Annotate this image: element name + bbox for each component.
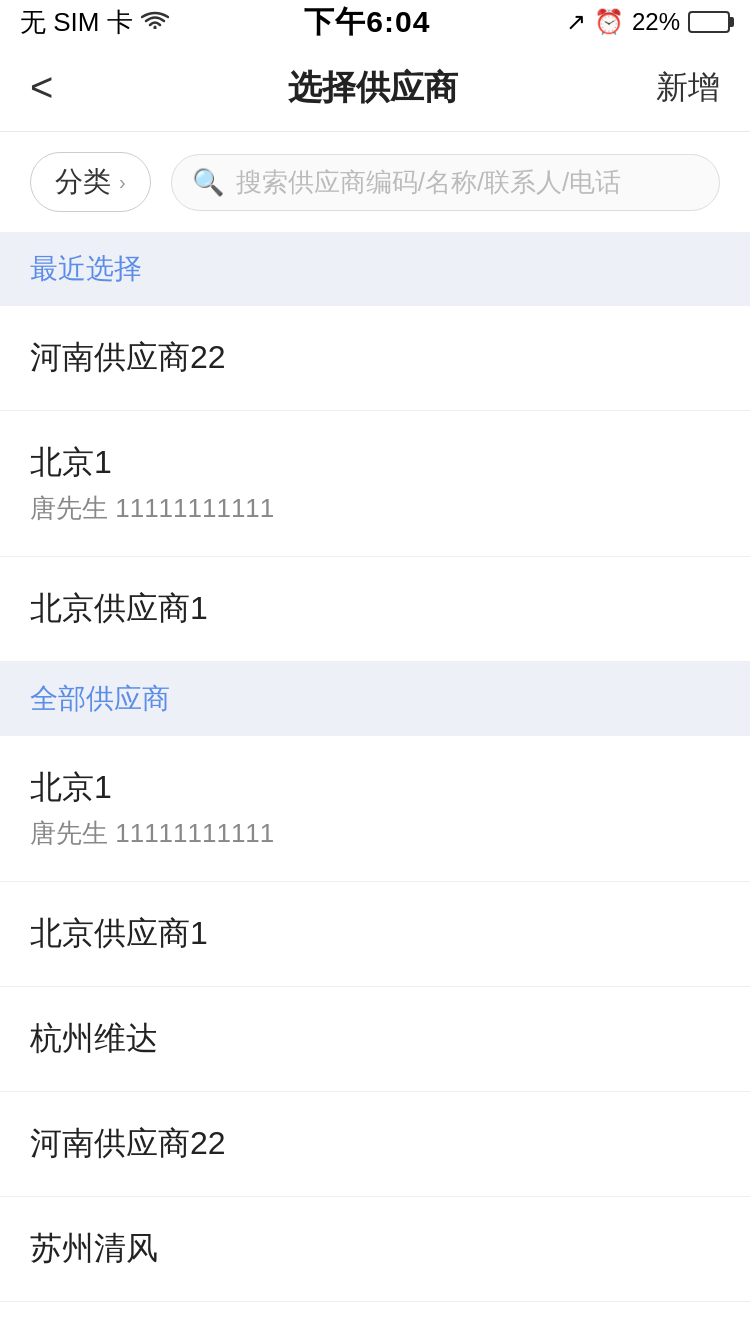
- list-item[interactable]: 杭州维达: [0, 987, 750, 1092]
- search-placeholder: 搜索供应商编码/名称/联系人/电话: [236, 165, 622, 200]
- battery-text: 22%: [632, 8, 680, 36]
- nav-bar: < 选择供应商 新增: [0, 44, 750, 132]
- list-item[interactable]: 北京供应商1: [0, 557, 750, 662]
- category-label: 分类: [55, 163, 111, 201]
- item-name: 北京供应商1: [30, 587, 720, 631]
- status-right: ↗ ⏰ 22%: [566, 8, 730, 36]
- recent-section-header: 最近选择: [0, 232, 750, 306]
- list-item[interactable]: 苏州清风: [0, 1197, 750, 1302]
- list-item[interactable]: 北京供应商1: [0, 882, 750, 987]
- location-icon: ↗: [566, 8, 586, 36]
- item-name: 杭州维达: [30, 1017, 720, 1061]
- page-title: 选择供应商: [288, 65, 458, 111]
- list-item[interactable]: 河南供应商22: [0, 1092, 750, 1197]
- status-left: 无 SIM 卡: [20, 5, 169, 40]
- item-name: 北京1: [30, 766, 720, 810]
- list-item[interactable]: 河南供应商22: [0, 306, 750, 411]
- add-button[interactable]: 新增: [656, 66, 720, 110]
- sim-text: 无 SIM 卡: [20, 5, 133, 40]
- chevron-right-icon: ›: [119, 171, 126, 194]
- item-name: 北京1: [30, 441, 720, 485]
- list-item[interactable]: 北京1 唐先生 11111111111: [0, 411, 750, 557]
- search-icon: 🔍: [192, 167, 224, 198]
- all-section-header: 全部供应商: [0, 662, 750, 736]
- status-time: 下午6:04: [304, 2, 430, 43]
- item-name: 河南供应商22: [30, 336, 720, 380]
- battery-icon: [688, 11, 730, 33]
- list-item[interactable]: 北京1 唐先生 11111111111: [0, 736, 750, 882]
- item-sub: 唐先生 11111111111: [30, 816, 720, 851]
- item-name: 苏州清风: [30, 1227, 720, 1271]
- filter-bar: 分类 › 🔍 搜索供应商编码/名称/联系人/电话: [0, 132, 750, 232]
- item-sub: 唐先生 11111111111: [30, 491, 720, 526]
- all-items-list: 北京1 唐先生 11111111111 北京供应商1 杭州维达 河南供应商22 …: [0, 736, 750, 1302]
- back-button[interactable]: <: [30, 65, 90, 110]
- item-name: 河南供应商22: [30, 1122, 720, 1166]
- search-box[interactable]: 🔍 搜索供应商编码/名称/联系人/电话: [171, 154, 720, 211]
- status-bar: 无 SIM 卡 下午6:04 ↗ ⏰ 22%: [0, 0, 750, 44]
- recent-items-list: 河南供应商22 北京1 唐先生 11111111111 北京供应商1: [0, 306, 750, 662]
- wifi-icon: [141, 11, 169, 33]
- alarm-icon: ⏰: [594, 8, 624, 36]
- category-button[interactable]: 分类 ›: [30, 152, 151, 212]
- item-name: 北京供应商1: [30, 912, 720, 956]
